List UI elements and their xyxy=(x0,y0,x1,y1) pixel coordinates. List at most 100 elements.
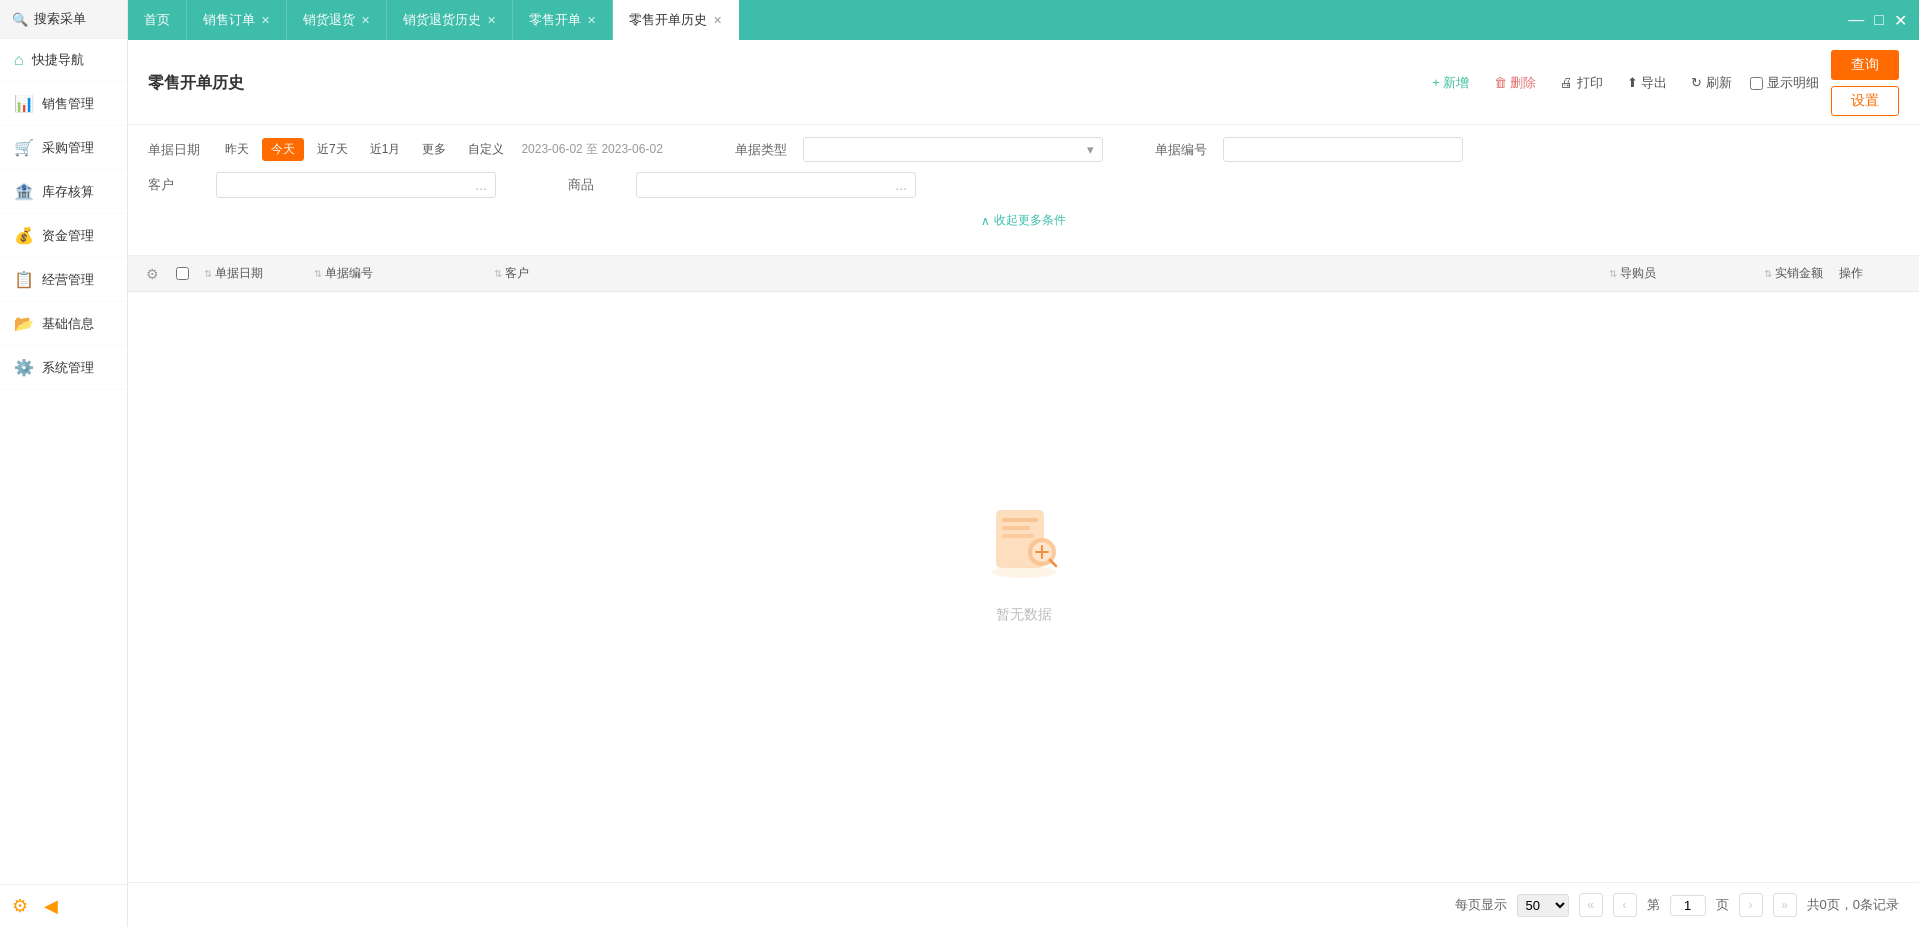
date-btn-yesterday[interactable]: 昨天 xyxy=(216,138,258,161)
col-num[interactable]: ⇅ 单据编号 xyxy=(306,265,486,282)
display-col-checkbox[interactable]: 显示明细 xyxy=(1750,74,1819,92)
tab-sales-return-hist[interactable]: 销货退货历史 ✕ xyxy=(387,0,513,40)
tab-sales-return[interactable]: 销货退货 ✕ xyxy=(287,0,387,40)
sidebar-item-inventory[interactable]: 🏦 库存核算 xyxy=(0,170,127,214)
date-filter-btns: 昨天 今天 近7天 近1月 更多 自定义 2023-06-02 至 2023-0… xyxy=(216,138,663,161)
tab-sales-order-close[interactable]: ✕ xyxy=(261,14,270,27)
toolbar: + 新增 🗑 删除 🖨 打印 ⬆ 导出 ↻ 刷新 显示明细 查询 设置 xyxy=(1426,50,1899,116)
sort-icon-amount: ⇅ xyxy=(1764,268,1772,279)
num-filter-input[interactable] xyxy=(1223,137,1463,162)
page-suffix-label: 页 xyxy=(1716,896,1729,914)
sidebar-search[interactable]: 🔍 搜索采单 xyxy=(0,0,127,39)
date-btn-7days[interactable]: 近7天 xyxy=(308,138,357,161)
select-all-input[interactable] xyxy=(176,267,189,280)
bank-icon: 🏦 xyxy=(14,182,34,201)
sidebar-item-basic-info[interactable]: 📂 基础信息 xyxy=(0,302,127,346)
chart-icon: 📊 xyxy=(14,94,34,113)
date-btn-today[interactable]: 今天 xyxy=(262,138,304,161)
sidebar-item-label: 基础信息 xyxy=(42,315,94,333)
sidebar-item-ops-mgmt[interactable]: 📋 经营管理 xyxy=(0,258,127,302)
empty-text: 暂无数据 xyxy=(996,606,1052,624)
tab-sales-order[interactable]: 销售订单 ✕ xyxy=(187,0,287,40)
export-button[interactable]: ⬆ 导出 xyxy=(1621,70,1674,96)
product-ellipsis-icon: ... xyxy=(895,177,907,193)
query-buttons: 查询 设置 xyxy=(1831,50,1899,116)
col-num-label: 单据编号 xyxy=(325,265,373,282)
customer-filter-label: 客户 xyxy=(148,176,204,194)
window-maximize[interactable]: □ xyxy=(1874,11,1884,29)
col-amount[interactable]: ⇅ 实销金额 xyxy=(1711,265,1831,282)
prev-page-btn[interactable]: ‹ xyxy=(1613,893,1637,917)
svg-rect-4 xyxy=(1002,534,1034,538)
print-button[interactable]: 🖨 打印 xyxy=(1554,70,1609,96)
sidebar-item-label: 库存核算 xyxy=(42,183,94,201)
last-page-btn[interactable]: » xyxy=(1773,893,1797,917)
delete-button[interactable]: 🗑 删除 xyxy=(1488,70,1543,96)
tab-home-label: 首页 xyxy=(144,11,170,29)
svg-rect-2 xyxy=(1002,518,1038,522)
tab-retail-open-hist-close[interactable]: ✕ xyxy=(713,14,722,27)
collapse-up-icon: ∧ xyxy=(981,214,990,228)
sidebar-item-purchase-mgmt[interactable]: 🛒 采购管理 xyxy=(0,126,127,170)
tab-sales-return-label: 销货退货 xyxy=(303,11,355,29)
tab-sales-order-label: 销售订单 xyxy=(203,11,255,29)
sidebar-item-sales-mgmt[interactable]: 📊 销售管理 xyxy=(0,82,127,126)
sidebar-item-quick-nav[interactable]: ⌂ 快捷导航 xyxy=(0,39,127,82)
sidebar-settings-btn[interactable]: ⚙ xyxy=(12,895,28,917)
date-btn-custom[interactable]: 自定义 xyxy=(459,138,513,161)
collapse-btn[interactable]: ∧ 收起更多条件 xyxy=(969,208,1078,233)
tabbar-actions: — □ ✕ xyxy=(1848,0,1919,40)
sort-icon-guide: ⇅ xyxy=(1609,268,1617,279)
content-area: 零售开单历史 + 新增 🗑 删除 🖨 打印 ⬆ 导出 ↻ 刷新 显示明细 查询 … xyxy=(128,40,1919,927)
svg-rect-3 xyxy=(1002,526,1030,530)
col-date-label: 单据日期 xyxy=(215,265,263,282)
table-header: ⚙ ⇅ 单据日期 ⇅ 单据编号 ⇅ 客户 ⇅ 导购员 xyxy=(128,256,1919,292)
refresh-button[interactable]: ↻ 刷新 xyxy=(1685,70,1738,96)
settings-button[interactable]: 设置 xyxy=(1831,86,1899,116)
col-date[interactable]: ⇅ 单据日期 xyxy=(196,265,306,282)
sidebar-item-finance[interactable]: 💰 资金管理 xyxy=(0,214,127,258)
col-action: 操作 xyxy=(1831,265,1911,282)
date-btn-more[interactable]: 更多 xyxy=(413,138,455,161)
sort-icon: ⇅ xyxy=(204,268,212,279)
query-button[interactable]: 查询 xyxy=(1831,50,1899,80)
chevron-down-icon: ▾ xyxy=(1087,142,1094,157)
column-settings-btn[interactable]: ⚙ xyxy=(136,266,168,282)
sidebar-item-label: 经营管理 xyxy=(42,271,94,289)
first-page-btn[interactable]: « xyxy=(1579,893,1603,917)
date-filter-label: 单据日期 xyxy=(148,141,204,159)
display-col-input[interactable] xyxy=(1750,77,1763,90)
date-btn-1month[interactable]: 近1月 xyxy=(361,138,410,161)
type-filter-select[interactable]: ▾ xyxy=(803,137,1103,162)
tabbar: 首页 销售订单 ✕ 销货退货 ✕ 销货退货历史 ✕ 零售开单 ✕ 零售开单历史 … xyxy=(128,0,1919,40)
sidebar-collapse-btn[interactable]: ◀ xyxy=(44,895,58,917)
tab-home[interactable]: 首页 xyxy=(128,0,187,40)
window-minimize[interactable]: — xyxy=(1848,11,1864,29)
total-label: 共0页，0条记录 xyxy=(1807,896,1899,914)
date-range-display: 2023-06-02 至 2023-06-02 xyxy=(521,141,662,158)
add-button[interactable]: + 新增 xyxy=(1426,70,1475,96)
pagination: 每页显示 10 20 50 100 « ‹ 第 页 › » 共0页，0条记录 xyxy=(128,882,1919,927)
customer-filter-input[interactable]: ... xyxy=(216,172,496,198)
product-filter-input[interactable]: ... xyxy=(636,172,916,198)
sidebar-item-label: 系统管理 xyxy=(42,359,94,377)
col-customer[interactable]: ⇅ 客户 xyxy=(486,265,1601,282)
col-guide[interactable]: ⇅ 导购员 xyxy=(1601,265,1711,282)
ops-icon: 📋 xyxy=(14,270,34,289)
collapse-row: ∧ 收起更多条件 xyxy=(148,208,1899,233)
col-customer-label: 客户 xyxy=(505,265,529,282)
page-number-input[interactable] xyxy=(1670,895,1706,916)
tab-sales-return-close[interactable]: ✕ xyxy=(361,14,370,27)
next-page-btn[interactable]: › xyxy=(1739,893,1763,917)
tab-sales-return-hist-close[interactable]: ✕ xyxy=(487,14,496,27)
type-filter-label: 单据类型 xyxy=(735,141,791,159)
tab-retail-open-hist[interactable]: 零售开单历史 ✕ xyxy=(613,0,739,40)
filter-row-1: 单据日期 昨天 今天 近7天 近1月 更多 自定义 2023-06-02 至 2… xyxy=(148,137,1899,162)
window-close[interactable]: ✕ xyxy=(1894,11,1907,30)
tab-retail-open-close[interactable]: ✕ xyxy=(587,14,596,27)
select-all-checkbox[interactable] xyxy=(168,267,196,280)
col-guide-label: 导购员 xyxy=(1620,265,1656,282)
tab-retail-open[interactable]: 零售开单 ✕ xyxy=(513,0,613,40)
sidebar-item-sys-mgmt[interactable]: ⚙️ 系统管理 xyxy=(0,346,127,390)
per-page-select[interactable]: 10 20 50 100 xyxy=(1517,894,1569,917)
